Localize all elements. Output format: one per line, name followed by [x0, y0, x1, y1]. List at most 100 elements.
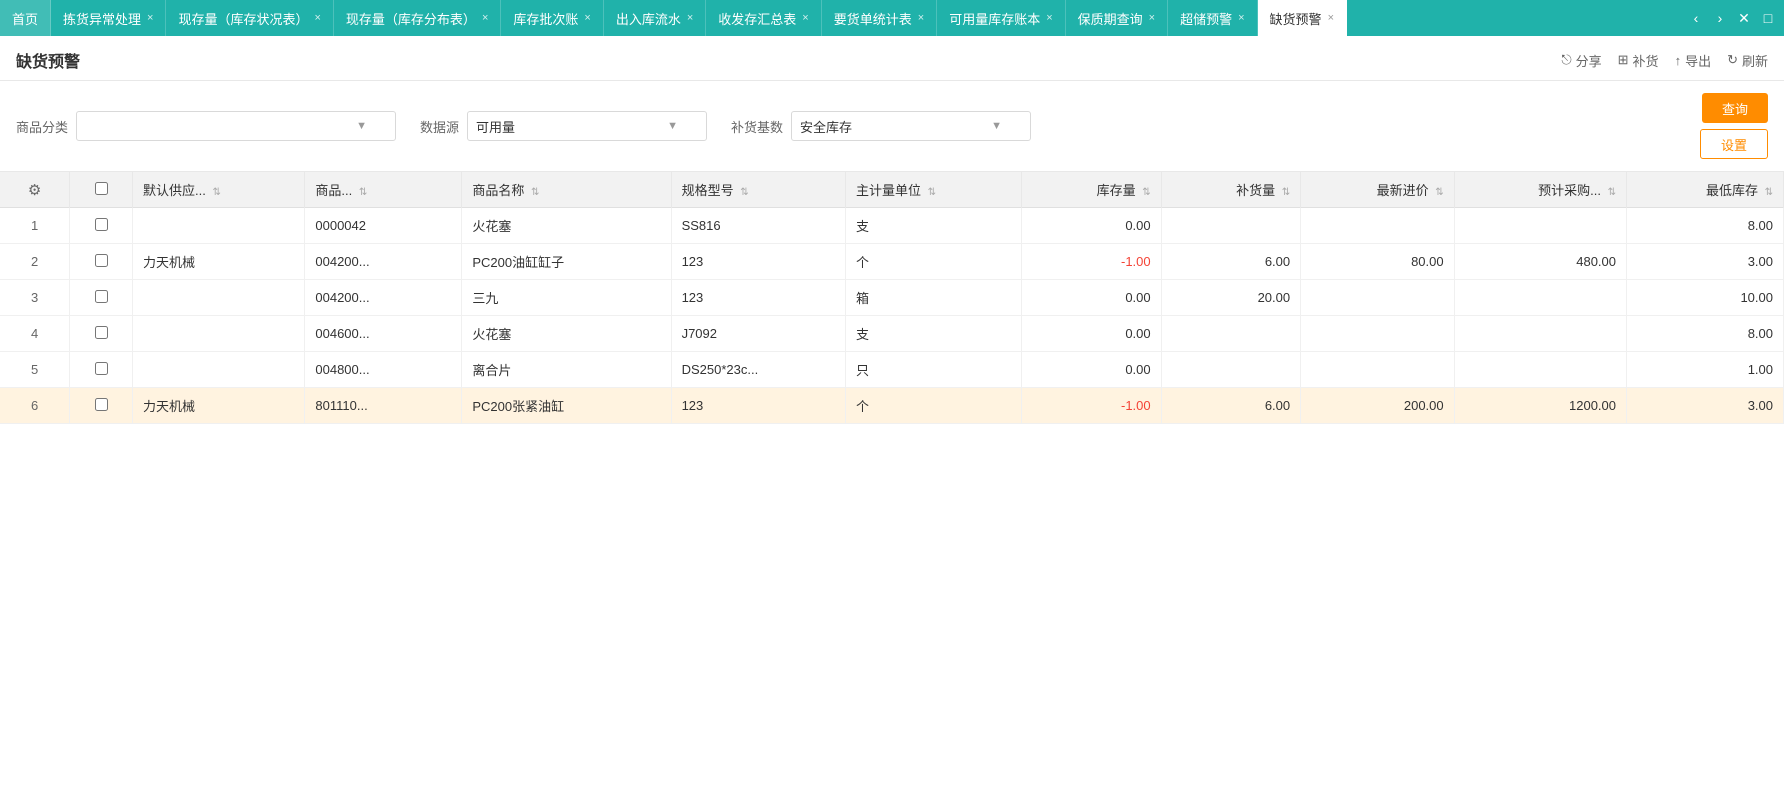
tab-expiry-close[interactable]: ×	[1149, 12, 1155, 24]
tab-shortage-close[interactable]: ×	[1328, 12, 1334, 24]
cell-checkbox[interactable]	[70, 388, 133, 424]
tab-inout-close[interactable]: ×	[687, 12, 693, 24]
tab-exception-close[interactable]: ×	[147, 12, 153, 24]
cell-supplier	[133, 280, 305, 316]
select-all-checkbox[interactable]	[95, 182, 108, 195]
export-action[interactable]: ↑ 导出	[1675, 51, 1712, 70]
cell-stock: 0.00	[1022, 280, 1162, 316]
th-supplier[interactable]: 默认供应... ⇅	[133, 172, 305, 208]
tab-receive-close[interactable]: ×	[802, 12, 808, 24]
tab-shortage[interactable]: 缺货预警 ×	[1258, 0, 1347, 36]
tab-order-close[interactable]: ×	[918, 12, 924, 24]
refresh-action[interactable]: ↻ 刷新	[1727, 51, 1768, 70]
cell-unit: 支	[845, 316, 1021, 352]
row-checkbox[interactable]	[95, 290, 108, 303]
row-checkbox[interactable]	[95, 362, 108, 375]
cell-spec: 123	[671, 280, 845, 316]
cell-checkbox[interactable]	[70, 208, 133, 244]
row-checkbox[interactable]	[95, 218, 108, 231]
cell-stock: 0.00	[1022, 208, 1162, 244]
tab-batch[interactable]: 库存批次账 ×	[501, 0, 603, 36]
tab-receive-label: 收发存汇总表	[718, 9, 796, 28]
tab-stock-dist[interactable]: 现存量（库存分布表） ×	[334, 0, 501, 36]
cell-index: 4	[0, 316, 70, 352]
tab-prev-btn[interactable]: ‹	[1684, 6, 1708, 30]
row-checkbox[interactable]	[95, 398, 108, 411]
cell-checkbox[interactable]	[70, 280, 133, 316]
row-checkbox[interactable]	[95, 254, 108, 267]
tab-home[interactable]: 首页	[0, 0, 51, 36]
cell-latest-price	[1301, 316, 1455, 352]
th-unit-label: 主计量单位	[856, 183, 921, 198]
tab-inout-label: 出入库流水	[616, 9, 681, 28]
cell-supplier: 力天机械	[133, 388, 305, 424]
th-latest-price[interactable]: 最新进价 ⇅	[1301, 172, 1455, 208]
cell-est-purchase: 1200.00	[1454, 388, 1626, 424]
th-replenish[interactable]: 补货量 ⇅	[1161, 172, 1301, 208]
cell-index: 5	[0, 352, 70, 388]
cell-unit: 个	[845, 388, 1021, 424]
tab-home-label: 首页	[12, 9, 38, 28]
tab-overstock[interactable]: 超储预警 ×	[1168, 0, 1257, 36]
tab-available[interactable]: 可用量库存账本 ×	[937, 0, 1065, 36]
datasource-select[interactable]: 可用量 ▼	[467, 111, 707, 141]
cell-index: 1	[0, 208, 70, 244]
tab-exception[interactable]: 拣货异常处理 ×	[51, 0, 166, 36]
tab-overstock-close[interactable]: ×	[1238, 12, 1244, 24]
cell-unit: 个	[845, 244, 1021, 280]
row-checkbox[interactable]	[95, 326, 108, 339]
query-button[interactable]: 查询	[1702, 93, 1768, 123]
tab-stock-dist-close[interactable]: ×	[482, 12, 488, 24]
settings-button[interactable]: 设置	[1700, 129, 1768, 159]
tab-batch-close[interactable]: ×	[584, 12, 590, 24]
category-select[interactable]: ▼	[76, 111, 396, 141]
cell-product-code: 0000042	[305, 208, 462, 244]
th-checkbox[interactable]	[70, 172, 133, 208]
tab-inout[interactable]: 出入库流水 ×	[604, 0, 706, 36]
product-name-sort-icon: ⇅	[531, 187, 539, 198]
th-min-stock[interactable]: 最低库存 ⇅	[1627, 172, 1784, 208]
cell-stock: -1.00	[1022, 244, 1162, 280]
th-stock[interactable]: 库存量 ⇅	[1022, 172, 1162, 208]
th-min-stock-label: 最低库存	[1706, 183, 1758, 198]
cell-product-name: 火花塞	[462, 208, 671, 244]
share-action[interactable]: ⎋ 分享	[1561, 51, 1601, 70]
cell-product-code: 004600...	[305, 316, 462, 352]
cell-checkbox[interactable]	[70, 316, 133, 352]
category-select-arrow: ▼	[356, 120, 367, 132]
th-est-purchase[interactable]: 预计采购... ⇅	[1454, 172, 1626, 208]
cell-checkbox[interactable]	[70, 352, 133, 388]
table-row: 3 004200... 三九 123 箱 0.00 20.00 10.00	[0, 280, 1784, 316]
share-icon: ⎋	[1561, 52, 1571, 68]
th-product-code[interactable]: 商品... ⇅	[305, 172, 462, 208]
replenish-action[interactable]: ⊞ 补货	[1618, 51, 1659, 70]
cell-checkbox[interactable]	[70, 244, 133, 280]
cell-product-name: 三九	[462, 280, 671, 316]
tab-receive[interactable]: 收发存汇总表 ×	[706, 0, 821, 36]
th-product-name[interactable]: 商品名称 ⇅	[462, 172, 671, 208]
tab-order[interactable]: 要货单统计表 ×	[822, 0, 937, 36]
cell-latest-price: 200.00	[1301, 388, 1455, 424]
cell-latest-price	[1301, 280, 1455, 316]
th-spec-label: 规格型号	[682, 183, 734, 198]
tab-expiry[interactable]: 保质期查询 ×	[1066, 0, 1168, 36]
tab-stock-status-close[interactable]: ×	[314, 12, 320, 24]
category-filter-group: 商品分类 ▼	[16, 111, 396, 141]
cell-est-purchase	[1454, 316, 1626, 352]
cell-unit: 箱	[845, 280, 1021, 316]
cell-latest-price	[1301, 208, 1455, 244]
th-unit[interactable]: 主计量单位 ⇅	[845, 172, 1021, 208]
tab-maximize-btn[interactable]: □	[1756, 6, 1780, 30]
th-spec[interactable]: 规格型号 ⇅	[671, 172, 845, 208]
tab-available-close[interactable]: ×	[1046, 12, 1052, 24]
cell-stock: -1.00	[1022, 388, 1162, 424]
tab-next-btn[interactable]: ›	[1708, 6, 1732, 30]
cell-est-purchase	[1454, 208, 1626, 244]
tab-stock-status[interactable]: 现存量（库存状况表） ×	[166, 0, 333, 36]
tab-close-btn[interactable]: ✕	[1732, 6, 1756, 30]
cell-spec: 123	[671, 244, 845, 280]
cell-unit: 只	[845, 352, 1021, 388]
replenish-base-select[interactable]: 安全库存 ▼	[791, 111, 1031, 141]
th-settings[interactable]: ⚙	[0, 172, 70, 208]
column-settings-icon[interactable]: ⚙	[10, 181, 59, 199]
